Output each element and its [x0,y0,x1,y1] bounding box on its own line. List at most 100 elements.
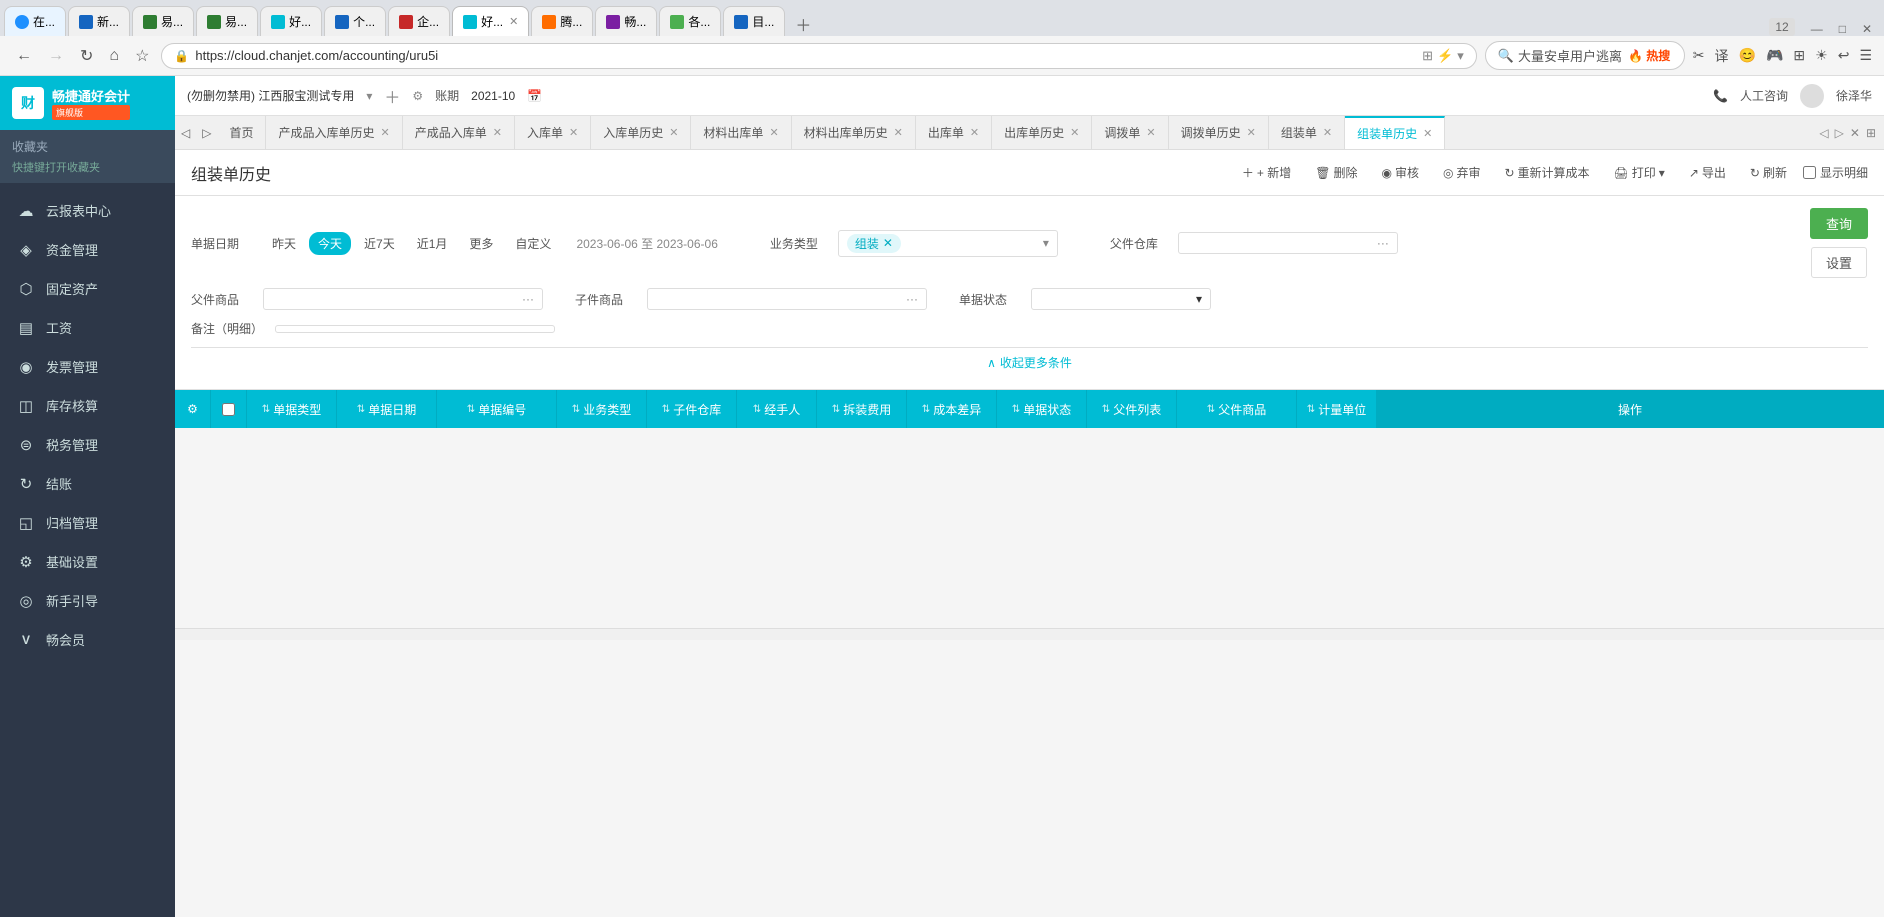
order-status-select[interactable]: ▾ [1031,288,1211,310]
bookmark-button[interactable]: ☆ [131,42,153,70]
browser-tab-11[interactable]: 各... [659,6,721,36]
parent-goods-input[interactable]: ··· [263,288,543,310]
th-order-no[interactable]: ⇅ 单据编号 [437,390,557,428]
forward-button[interactable]: → [44,43,68,69]
display-detail-input[interactable] [1803,166,1816,179]
th-order-status[interactable]: ⇅ 单据状态 [997,390,1087,428]
tab-close-out-order[interactable]: ✕ [970,126,979,139]
parent-warehouse-more[interactable]: ··· [1377,236,1389,250]
refresh-button[interactable]: ↻ [76,42,97,70]
tab-close-prod-in-history[interactable]: ✕ [381,126,390,139]
page-tab-home[interactable]: 首页 [217,116,266,150]
add-company-icon[interactable]: ＋ [384,84,400,108]
th-order-date[interactable]: ⇅ 单据日期 [337,390,437,428]
approve-button[interactable]: ◉ 审核 [1373,160,1427,185]
set-button[interactable]: 设置 [1811,247,1867,278]
undo-icon[interactable]: ↩ [1838,47,1850,64]
close-button[interactable]: ✕ [1854,22,1880,36]
new-button[interactable]: ＋ + 新增 [1234,160,1299,185]
page-tab-out-history[interactable]: 出库单历史 ✕ [992,116,1092,150]
calendar-icon[interactable]: 📅 [527,89,542,103]
date-btn-yesterday[interactable]: 昨天 [263,232,305,255]
translate-icon[interactable]: 译 [1715,46,1729,66]
home-button[interactable]: ⌂ [105,43,123,69]
date-btn-today[interactable]: 今天 [309,232,351,255]
child-goods-input[interactable]: ··· [647,288,927,310]
page-tab-in-order[interactable]: 入库单 ✕ [515,116,591,150]
child-goods-more[interactable]: ··· [906,292,918,306]
sidebar-item-fixed-asset[interactable]: ⬡ 固定资产 [0,269,175,308]
tab-close-prod-in[interactable]: ✕ [493,126,502,139]
th-unit[interactable]: ⇅ 计量单位 [1297,390,1377,428]
search-bar[interactable]: 🔍 大量安卓用户逃离 🔥 热搜 [1485,41,1685,70]
browser-tab-4[interactable]: 易... [196,6,258,36]
tabs-scroll-left[interactable]: ◁ [175,126,196,140]
tab-more-options[interactable]: ⊞ [1866,126,1876,140]
tabs-scroll-next[interactable]: ▷ [1835,126,1844,140]
favorites-sub[interactable]: 快捷键打开收藏夹 [12,159,163,175]
back-button[interactable]: ← [12,43,36,69]
parent-warehouse-input[interactable]: ··· [1178,232,1398,254]
tab-close-in-order[interactable]: ✕ [569,126,578,139]
browser-tab-8[interactable]: 好... ✕ [452,6,529,36]
th-order-type[interactable]: ⇅ 单据类型 [247,390,337,428]
th-checkbox[interactable] [211,390,247,428]
page-tab-out-order[interactable]: 出库单 ✕ [916,116,992,150]
address-bar[interactable]: 🔒 https://cloud.chanjet.com/accounting/u… [161,43,1476,69]
page-tab-in-history[interactable]: 入库单历史 ✕ [591,116,691,150]
tab-close-material-out-history[interactable]: ✕ [894,126,903,139]
display-detail-checkbox[interactable]: 显示明细 [1803,164,1868,181]
page-tab-prod-in-history[interactable]: 产成品入库单历史 ✕ [266,116,402,150]
tab-close-assembly[interactable]: ✕ [1323,126,1332,139]
biz-type-dropdown[interactable]: ▾ [1043,236,1049,250]
date-btn-custom[interactable]: 自定义 [506,232,560,255]
game-icon[interactable]: 🎮 [1766,47,1783,64]
company-dropdown-icon[interactable]: ▾ [366,89,372,103]
browser-tab-10[interactable]: 畅... [595,6,657,36]
grid2-icon[interactable]: ⊞ [1793,47,1805,64]
th-parent-list[interactable]: ⇅ 父件列表 [1087,390,1177,428]
emoji-icon[interactable]: 😊 [1739,47,1756,64]
sidebar-item-inventory[interactable]: ◫ 库存核算 [0,386,175,425]
page-tab-adjust-history[interactable]: 调拨单历史 ✕ [1169,116,1269,150]
sidebar-item-checkout[interactable]: ↻ 结账 [0,464,175,503]
sidebar-item-fund[interactable]: ◈ 资金管理 [0,230,175,269]
th-handler[interactable]: ⇅ 经手人 [737,390,817,428]
tab-close-out-history[interactable]: ✕ [1070,126,1079,139]
page-tab-adjust[interactable]: 调拨单 ✕ [1092,116,1168,150]
browser-tab-7[interactable]: 企... [388,6,450,36]
browser-tab-6[interactable]: 个... [324,6,386,36]
tab-close-8[interactable]: ✕ [509,15,518,28]
select-all-checkbox[interactable] [222,403,235,416]
page-tab-material-out[interactable]: 材料出库单 ✕ [691,116,791,150]
remark-input[interactable] [275,325,555,333]
horizontal-scrollbar[interactable] [175,628,1884,640]
sidebar-item-cloud-report[interactable]: ☁ 云报表中心 [0,191,175,230]
sidebar-item-invoice[interactable]: ◉ 发票管理 [0,347,175,386]
th-child-warehouse[interactable]: ⇅ 子件仓库 [647,390,737,428]
browser-tab-9[interactable]: 腾... [531,6,593,36]
maximize-button[interactable]: □ [1831,22,1854,36]
date-btn-7days[interactable]: 近7天 [355,232,404,255]
date-btn-more[interactable]: 更多 [460,232,502,255]
page-tab-prod-in[interactable]: 产成品入库单 ✕ [403,116,515,150]
th-disassembly-fee[interactable]: ⇅ 拆装费用 [817,390,907,428]
browser-tab-1[interactable]: 在... [4,6,66,36]
tab-close-adjust[interactable]: ✕ [1146,126,1155,139]
th-cost-diff[interactable]: ⇅ 成本差异 [907,390,997,428]
sidebar-item-settings[interactable]: ⚙ 基础设置 [0,542,175,581]
page-tab-assembly-history[interactable]: 组装单历史 ✕ [1345,116,1445,150]
brightness-icon[interactable]: ☀ [1815,47,1828,64]
user-service-label[interactable]: 人工咨询 [1740,87,1788,104]
biz-type-input[interactable]: 组装 ✕ ▾ [838,230,1058,257]
sidebar-item-guide[interactable]: ◎ 新手引导 [0,581,175,620]
recalc-button[interactable]: ↻ 重新计算成本 [1496,160,1597,185]
minimize-button[interactable]: — [1803,22,1831,36]
collapse-button[interactable]: ∧ 收起更多条件 [191,347,1868,377]
sidebar-item-tax[interactable]: ⊜ 税务管理 [0,425,175,464]
date-btn-1month[interactable]: 近1月 [408,232,457,255]
print-dropdown-icon[interactable]: ▾ [1659,166,1665,180]
browser-tab-5[interactable]: 好... [260,6,322,36]
browser-tab-12[interactable]: 目... [723,6,785,36]
biz-type-tag-close[interactable]: ✕ [883,236,893,250]
